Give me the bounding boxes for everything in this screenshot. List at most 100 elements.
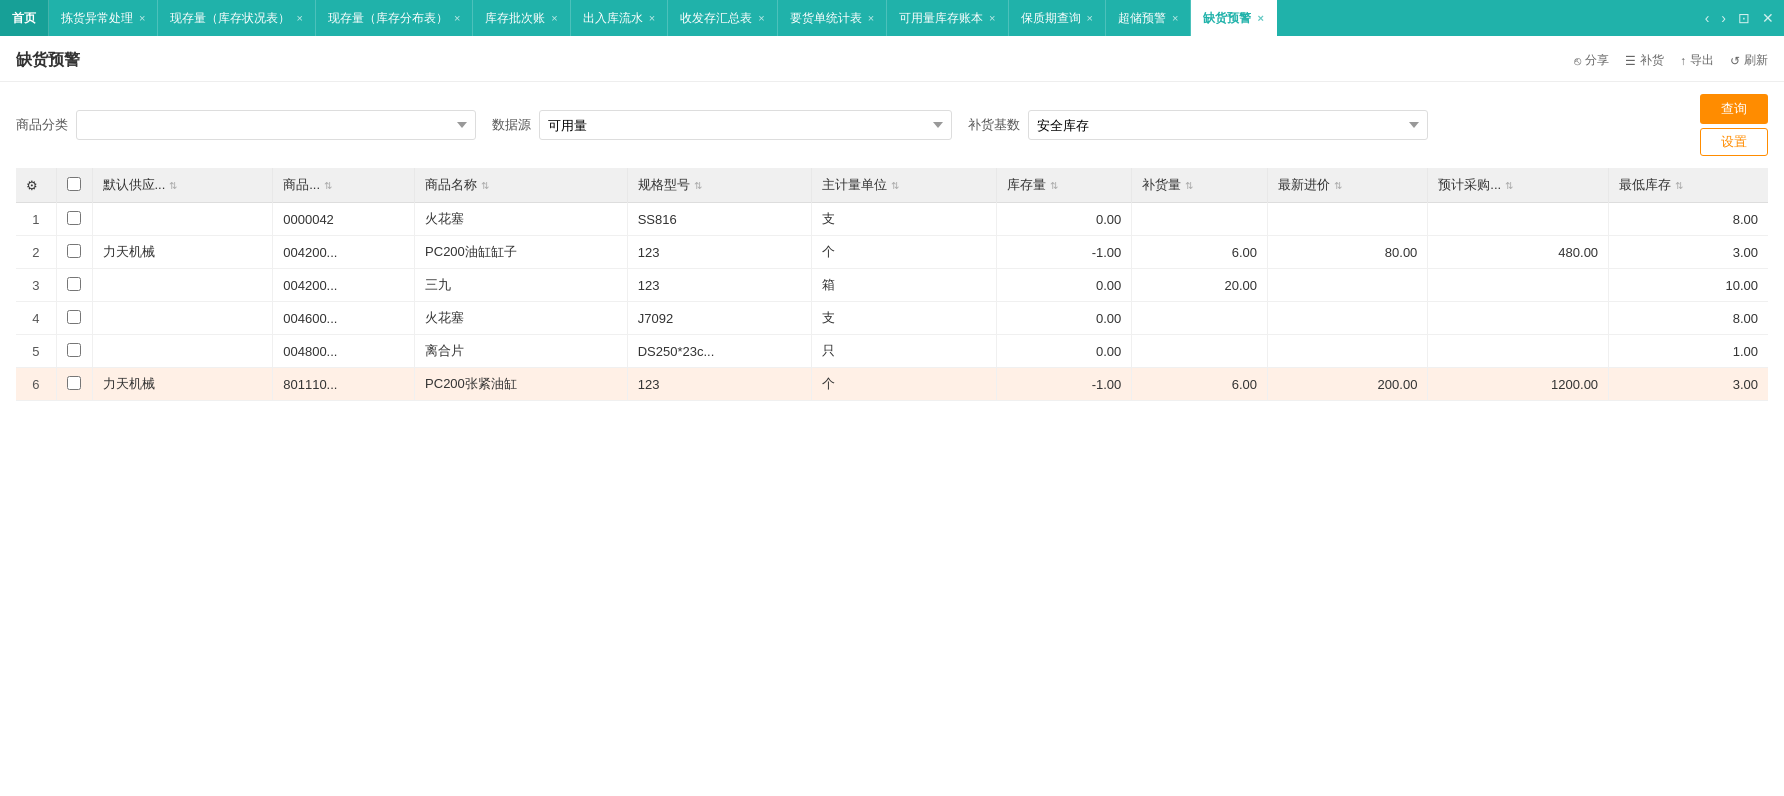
- cell-min-stock: 3.00: [1609, 236, 1768, 269]
- tab-close-icon[interactable]: ×: [1257, 12, 1263, 24]
- th-settings[interactable]: ⚙: [16, 168, 56, 203]
- select-all-checkbox[interactable]: [67, 177, 81, 191]
- tab-close-icon[interactable]: ×: [1087, 12, 1093, 24]
- row-checkbox[interactable]: [67, 310, 81, 324]
- tab-available-ledger[interactable]: 可用量库存账本 ×: [887, 0, 1008, 36]
- row-checkbox[interactable]: [67, 376, 81, 390]
- tab-label: 收发存汇总表: [680, 10, 752, 27]
- th-latest-price[interactable]: 最新进价 ⇅: [1268, 168, 1428, 203]
- tab-inout-flow[interactable]: 出入库流水 ×: [571, 0, 668, 36]
- th-unit[interactable]: 主计量单位 ⇅: [811, 168, 996, 203]
- tab-inventory-status[interactable]: 现存量（库存状况表） ×: [158, 0, 315, 36]
- tab-close-icon[interactable]: ×: [989, 12, 995, 24]
- tab-overstock[interactable]: 超储预警 ×: [1106, 0, 1191, 36]
- share-icon: ⎋: [1574, 54, 1581, 68]
- replenish-base-select[interactable]: 安全库存: [1028, 110, 1428, 140]
- tab-prev-button[interactable]: ‹: [1699, 10, 1716, 26]
- cell-product-name: 火花塞: [415, 203, 628, 236]
- tab-close-icon[interactable]: ×: [649, 12, 655, 24]
- share-button[interactable]: ⎋ 分享: [1574, 52, 1609, 69]
- row-checkbox[interactable]: [67, 343, 81, 357]
- sort-icon: ⇅: [169, 180, 177, 191]
- row-checkbox-cell: [56, 203, 92, 236]
- cell-product-code: 004600...: [273, 302, 415, 335]
- export-button[interactable]: ↑ 导出: [1680, 52, 1714, 69]
- row-num: 5: [16, 335, 56, 368]
- refresh-icon: ↺: [1730, 54, 1740, 68]
- th-stock[interactable]: 库存量 ⇅: [996, 168, 1132, 203]
- cell-unit: 只: [811, 335, 996, 368]
- cell-replenish-qty: [1132, 302, 1268, 335]
- sort-icon: ⇅: [1050, 180, 1058, 191]
- cell-product-name: 离合片: [415, 335, 628, 368]
- datasource-filter: 数据源 可用量: [492, 110, 952, 140]
- tab-receive-summary[interactable]: 收发存汇总表 ×: [668, 0, 777, 36]
- tab-home[interactable]: 首页: [0, 0, 49, 36]
- tab-inventory-dist[interactable]: 现存量（库存分布表） ×: [316, 0, 473, 36]
- tab-close-icon[interactable]: ×: [454, 12, 460, 24]
- cell-stock: 0.00: [996, 335, 1132, 368]
- tab-restore-button[interactable]: ⊡: [1732, 10, 1756, 26]
- th-product-code[interactable]: 商品... ⇅: [273, 168, 415, 203]
- sort-icon: ⇅: [1505, 180, 1513, 191]
- cell-product-code: 0000042: [273, 203, 415, 236]
- replenish-button[interactable]: ☰ 补货: [1625, 52, 1664, 69]
- tab-maximize-button[interactable]: ✕: [1756, 10, 1780, 26]
- settings-button[interactable]: 设置: [1700, 128, 1768, 156]
- refresh-button[interactable]: ↺ 刷新: [1730, 52, 1768, 69]
- row-checkbox[interactable]: [67, 211, 81, 225]
- tab-close-icon[interactable]: ×: [139, 12, 145, 24]
- tab-expiry-query[interactable]: 保质期查询 ×: [1009, 0, 1106, 36]
- th-product-name[interactable]: 商品名称 ⇅: [415, 168, 628, 203]
- tab-close-icon[interactable]: ×: [868, 12, 874, 24]
- cell-product-name: PC200张紧油缸: [415, 368, 628, 401]
- cell-estimated-purchase: [1428, 203, 1609, 236]
- row-checkbox[interactable]: [67, 244, 81, 258]
- table-row: 2 力天机械 004200... PC200油缸缸子 123 个 -1.00 6…: [16, 236, 1768, 269]
- tab-close-icon[interactable]: ×: [551, 12, 557, 24]
- row-num: 2: [16, 236, 56, 269]
- row-num: 3: [16, 269, 56, 302]
- category-select[interactable]: [76, 110, 476, 140]
- cell-product-code: 004800...: [273, 335, 415, 368]
- tab-close-icon[interactable]: ×: [296, 12, 302, 24]
- row-checkbox-cell: [56, 335, 92, 368]
- settings-gear-icon[interactable]: ⚙: [26, 178, 38, 193]
- table-row: 5 004800... 离合片 DS250*23c... 只 0.00 1.00: [16, 335, 1768, 368]
- th-spec[interactable]: 规格型号 ⇅: [627, 168, 811, 203]
- cell-spec: DS250*23c...: [627, 335, 811, 368]
- tab-batch-account[interactable]: 库存批次账 ×: [473, 0, 570, 36]
- cell-min-stock: 10.00: [1609, 269, 1768, 302]
- th-estimated-purchase[interactable]: 预计采购... ⇅: [1428, 168, 1609, 203]
- tab-label: 可用量库存账本: [899, 10, 983, 27]
- th-replenish-qty[interactable]: 补货量 ⇅: [1132, 168, 1268, 203]
- query-button[interactable]: 查询: [1700, 94, 1768, 124]
- tab-next-button[interactable]: ›: [1715, 10, 1732, 26]
- tab-abnormal[interactable]: 拣货异常处理 ×: [49, 0, 158, 36]
- cell-min-stock: 3.00: [1609, 368, 1768, 401]
- cell-unit: 支: [811, 302, 996, 335]
- cell-estimated-purchase: [1428, 269, 1609, 302]
- row-checkbox[interactable]: [67, 277, 81, 291]
- cell-latest-price: [1268, 302, 1428, 335]
- tab-close-icon[interactable]: ×: [1172, 12, 1178, 24]
- cell-product-name: 三九: [415, 269, 628, 302]
- cell-spec: SS816: [627, 203, 811, 236]
- table-row: 6 力天机械 801110... PC200张紧油缸 123 个 -1.00 6…: [16, 368, 1768, 401]
- filter-bar: 商品分类 数据源 可用量 补货基数 安全库存 查询 设置: [0, 82, 1784, 168]
- cell-unit: 个: [811, 236, 996, 269]
- cell-spec: 123: [627, 368, 811, 401]
- cell-spec: J7092: [627, 302, 811, 335]
- cell-min-stock: 1.00: [1609, 335, 1768, 368]
- tab-close-icon[interactable]: ×: [758, 12, 764, 24]
- th-default-supplier[interactable]: 默认供应... ⇅: [92, 168, 273, 203]
- cell-replenish-qty: 6.00: [1132, 236, 1268, 269]
- th-min-stock[interactable]: 最低库存 ⇅: [1609, 168, 1768, 203]
- cell-stock: 0.00: [996, 302, 1132, 335]
- tab-shortage[interactable]: 缺货预警 ×: [1191, 0, 1276, 36]
- cell-replenish-qty: [1132, 335, 1268, 368]
- tab-order-stats[interactable]: 要货单统计表 ×: [778, 0, 887, 36]
- page-title: 缺货预警: [16, 50, 80, 71]
- datasource-select[interactable]: 可用量: [539, 110, 952, 140]
- tab-label: 超储预警: [1118, 10, 1166, 27]
